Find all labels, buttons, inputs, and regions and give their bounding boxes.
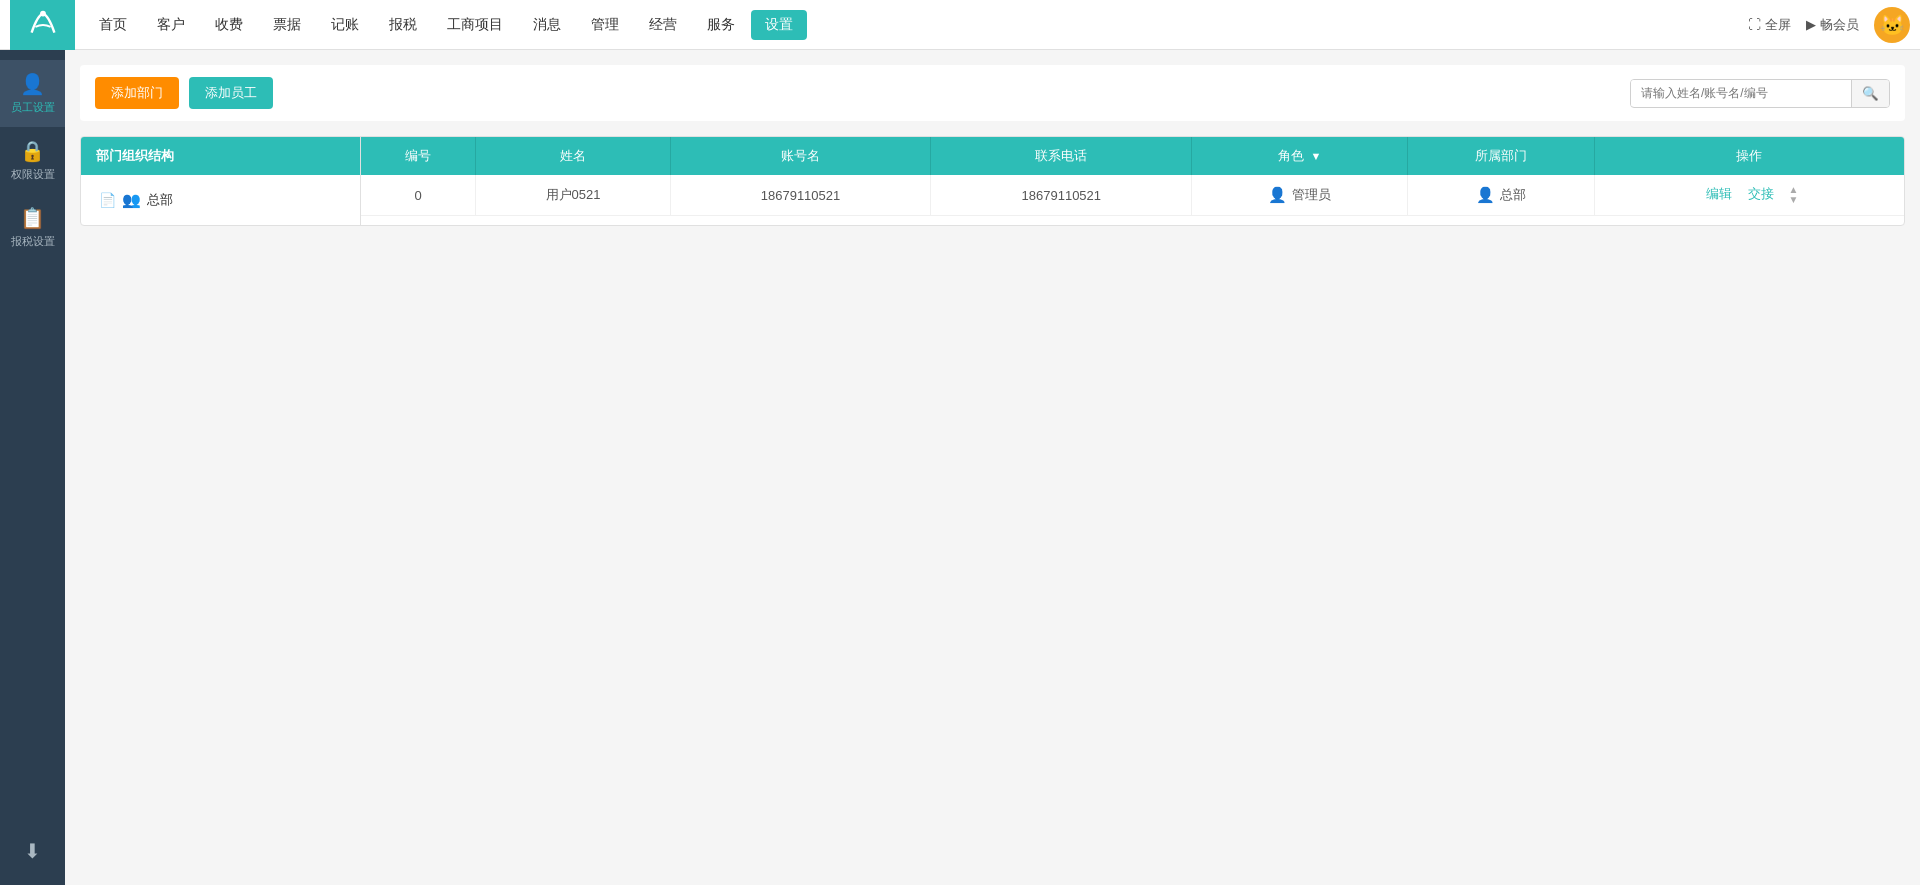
cell-dept: 👤 总部	[1408, 175, 1594, 216]
dept-item-label: 总部	[147, 191, 173, 209]
content-area: 部门组织结构 📄 👥 总部 编号 姓名 账号名 联系电话	[80, 136, 1905, 226]
user-avatar[interactable]: 🐱	[1874, 7, 1910, 43]
fullscreen-button[interactable]: ⛶ 全屏	[1748, 16, 1791, 34]
data-table: 编号 姓名 账号名 联系电话 角色 ▼ 所属部门 操作 0	[361, 137, 1904, 216]
col-name: 姓名	[476, 137, 670, 175]
fullscreen-label: 全屏	[1765, 16, 1791, 34]
nav-customer[interactable]: 客户	[143, 10, 199, 40]
role-user-icon: 👤	[1268, 186, 1287, 204]
sidebar-tax-label: 报税设置	[11, 234, 55, 249]
col-role: 角色 ▼	[1192, 137, 1408, 175]
lock-icon: 🔒	[20, 139, 45, 163]
nav-home[interactable]: 首页	[85, 10, 141, 40]
cell-role: 👤 管理员	[1192, 175, 1408, 216]
nav-invoice[interactable]: 票据	[259, 10, 315, 40]
dept-tree-item-root[interactable]: 📄 👥 总部	[91, 185, 350, 215]
sidebar-item-permissions[interactable]: 🔒 权限设置	[0, 127, 65, 194]
col-phone: 联系电话	[931, 137, 1192, 175]
table-row: 0 用户0521 18679110521 18679110521 👤 管理员	[361, 175, 1904, 216]
sidebar-item-employee[interactable]: 👤 员工设置	[0, 60, 65, 127]
vip-label: 畅会员	[1820, 16, 1859, 34]
nav-items: 首页 客户 收费 票据 记账 报税 工商项目 消息 管理 经营 服务 设置	[85, 10, 1748, 40]
cell-actions: 编辑 交接 ▲ ▼	[1594, 175, 1904, 216]
cell-phone: 18679110521	[931, 175, 1192, 216]
edit-link[interactable]: 编辑	[1706, 186, 1732, 201]
employee-icon: 👤	[20, 72, 45, 96]
transfer-link[interactable]: 交接	[1748, 186, 1774, 201]
nav-operation[interactable]: 经营	[635, 10, 691, 40]
table-header: 编号 姓名 账号名 联系电话 角色 ▼ 所属部门 操作	[361, 137, 1904, 175]
search-icon: 🔍	[1862, 86, 1879, 101]
employee-table: 编号 姓名 账号名 联系电话 角色 ▼ 所属部门 操作 0	[361, 137, 1904, 225]
add-dept-button[interactable]: 添加部门	[95, 77, 179, 109]
file-icon: 📄	[99, 192, 116, 208]
nav-message[interactable]: 消息	[519, 10, 575, 40]
top-navigation: 首页 客户 收费 票据 记账 报税 工商项目 消息 管理 经营 服务 设置 ⛶ …	[0, 0, 1920, 50]
cell-id: 0	[361, 175, 476, 216]
dept-tree-header: 部门组织结构	[81, 137, 360, 175]
nav-service[interactable]: 服务	[693, 10, 749, 40]
cell-account: 18679110521	[670, 175, 931, 216]
fullscreen-icon: ⛶	[1748, 17, 1761, 32]
toolbar: 添加部门 添加员工 🔍	[80, 65, 1905, 121]
dept-label: 总部	[1500, 186, 1526, 204]
vip-icon: ▶	[1806, 17, 1816, 32]
cell-name: 用户0521	[476, 175, 670, 216]
nav-billing[interactable]: 收费	[201, 10, 257, 40]
col-dept: 所属部门	[1408, 137, 1594, 175]
sidebar-bottom-action[interactable]: ⬇	[24, 827, 41, 875]
search-input[interactable]	[1631, 80, 1851, 106]
dept-user-icon: 👥	[122, 191, 141, 209]
logo	[10, 0, 75, 50]
vip-button[interactable]: ▶ 畅会员	[1806, 16, 1859, 34]
nav-business[interactable]: 工商项目	[433, 10, 517, 40]
search-button[interactable]: 🔍	[1851, 80, 1889, 107]
role-filter-icon[interactable]: ▼	[1311, 150, 1322, 162]
tax-settings-icon: 📋	[20, 206, 45, 230]
sidebar-permissions-label: 权限设置	[11, 167, 55, 182]
add-employee-button[interactable]: 添加员工	[189, 77, 273, 109]
nav-settings[interactable]: 设置	[751, 10, 807, 40]
department-tree: 部门组织结构 📄 👥 总部	[81, 137, 361, 225]
col-id: 编号	[361, 137, 476, 175]
svg-point-0	[40, 10, 46, 16]
nav-accounting[interactable]: 记账	[317, 10, 373, 40]
dept-tree-body: 📄 👥 总部	[81, 175, 360, 225]
left-sidebar: 👤 员工设置 🔒 权限设置 📋 报税设置 ⬇	[0, 50, 65, 885]
col-account: 账号名	[670, 137, 931, 175]
role-label: 管理员	[1292, 186, 1331, 204]
download-icon: ⬇	[24, 839, 41, 863]
nav-tax[interactable]: 报税	[375, 10, 431, 40]
search-box: 🔍	[1630, 79, 1890, 108]
scroll-down-icon[interactable]: ▼	[1789, 195, 1799, 205]
col-action: 操作	[1594, 137, 1904, 175]
sidebar-employee-label: 员工设置	[11, 100, 55, 115]
main-content: 添加部门 添加员工 🔍 部门组织结构 📄 👥 总部	[65, 50, 1920, 885]
sidebar-item-tax-settings[interactable]: 📋 报税设置	[0, 194, 65, 261]
dept-user-icon-cell: 👤	[1476, 186, 1495, 204]
nav-right: ⛶ 全屏 ▶ 畅会员 🐱	[1748, 7, 1910, 43]
table-body: 0 用户0521 18679110521 18679110521 👤 管理员	[361, 175, 1904, 216]
nav-manage[interactable]: 管理	[577, 10, 633, 40]
